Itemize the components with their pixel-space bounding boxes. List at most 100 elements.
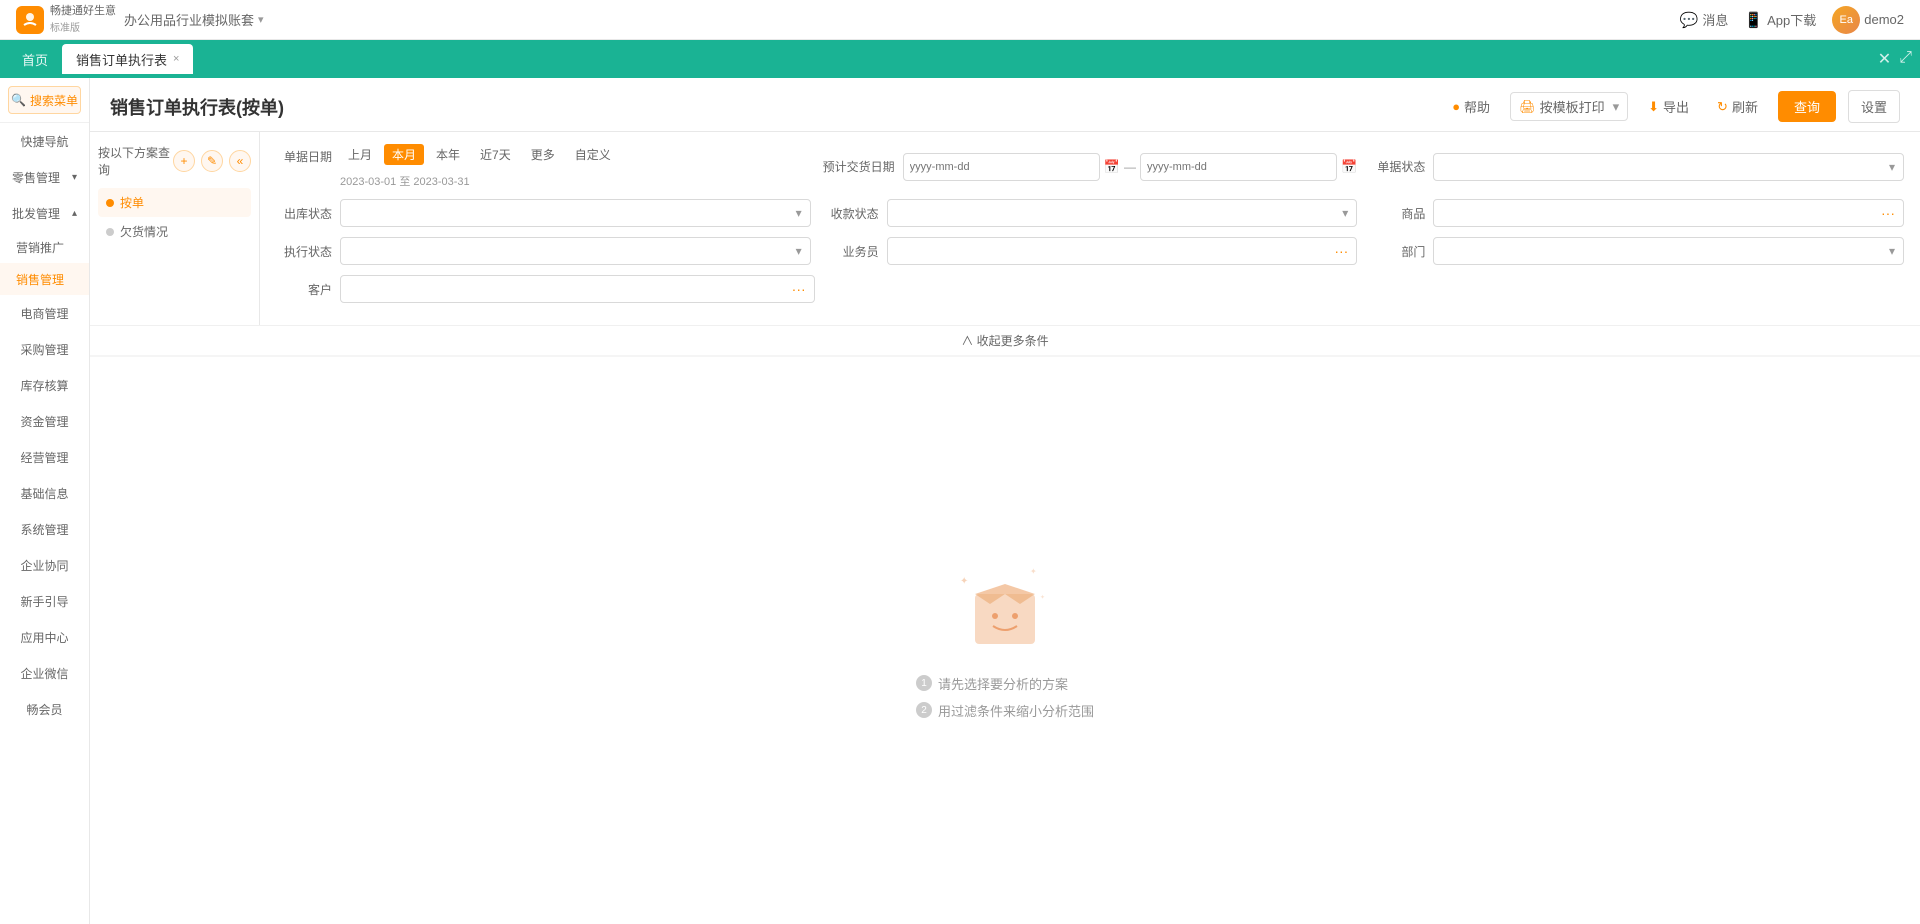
sidebar-item-marketing[interactable]: 营销推广 <box>0 231 89 263</box>
expected-date-end[interactable] <box>1140 153 1337 181</box>
sidebar-item-system[interactable]: 系统管理 <box>0 511 89 547</box>
exec-status-arrow: ▾ <box>796 244 802 258</box>
sidebar-item-purchase[interactable]: 采购管理 <box>0 331 89 367</box>
sidebar-item-operation[interactable]: 经营管理 <box>0 439 89 475</box>
print-button[interactable]: 🖨 按模板打印 ▾ <box>1510 92 1628 121</box>
sidebar-item-sales-mgmt[interactable]: 销售管理 <box>0 263 89 295</box>
export-button[interactable]: ⬇ 导出 <box>1640 93 1697 120</box>
sidebar: 🔍 搜索菜单 快捷导航 零售管理 ▾ 批发管理 ▴ 营销推广 销售管理 电商管理… <box>0 78 90 924</box>
expected-date-start[interactable] <box>903 153 1100 181</box>
tab-close-icon[interactable]: × <box>173 53 179 65</box>
goods-more-icon: ··· <box>1881 205 1895 221</box>
date-tab-custom[interactable]: 自定义 <box>567 144 619 165</box>
page-header: 销售订单执行表(按单) ● 帮助 🖨 按模板打印 ▾ ⬇ 导出 ↻ 刷新 <box>90 78 1920 132</box>
sidebar-item-app-center[interactable]: 应用中心 <box>0 619 89 655</box>
tab-close-btn[interactable]: ✕ <box>1878 49 1891 69</box>
header-left: 畅捷通好生意 标准版 办公用品行业模拟账套 ▾ <box>16 5 264 33</box>
inventory-label: 库存核算 <box>20 377 68 394</box>
sidebar-item-basic-info[interactable]: 基础信息 <box>0 475 89 511</box>
search-button[interactable]: 查询 <box>1778 91 1836 122</box>
filter-panel: 按以下方案查询 + ✎ « 按单 <box>90 132 1920 325</box>
exec-status-label: 执行状态 <box>276 243 332 260</box>
sidebar-item-member[interactable]: 畅会员 <box>0 691 89 727</box>
date-range-text: 2023-03-01 至 2023-03-31 <box>340 173 470 189</box>
sidebar-item-enterprise[interactable]: 企业协同 <box>0 547 89 583</box>
sidebar-item-finance[interactable]: 资金管理 <box>0 403 89 439</box>
export-label: 导出 <box>1663 97 1689 116</box>
app-download-button[interactable]: 📱 App下载 <box>1744 10 1816 29</box>
operation-label: 经营管理 <box>20 449 68 466</box>
download-icon: 📱 <box>1744 11 1763 29</box>
sidebar-item-guide[interactable]: 新手引导 <box>0 583 89 619</box>
logo-sub: 标准版 <box>50 19 116 34</box>
add-scheme-button[interactable]: + <box>173 150 195 172</box>
exec-status-field: 执行状态 ▾ <box>276 237 811 265</box>
enterprise-label: 企业协同 <box>20 557 68 574</box>
dept-arrow: ▾ <box>1889 244 1895 258</box>
salesperson-field: 业务员 ··· <box>823 237 1358 265</box>
filter-row-3: 执行状态 ▾ 业务员 ··· 部门 <box>276 237 1904 265</box>
date-tab-this-month[interactable]: 本月 <box>384 144 424 165</box>
filter-right: 单据日期 上月 本月 本年 近7天 更多 自定义 2023-03-0 <box>260 132 1920 325</box>
svg-text:✦: ✦ <box>960 576 968 587</box>
tab-home[interactable]: 首页 <box>8 44 62 74</box>
date-tab-last-month[interactable]: 上月 <box>340 144 380 165</box>
user-name: demo2 <box>1864 12 1904 27</box>
customer-label: 客户 <box>276 281 332 298</box>
app-title-area[interactable]: 办公用品行业模拟账套 ▾ <box>124 10 264 29</box>
help-icon: ● <box>1452 99 1460 114</box>
collapse-scheme-button[interactable]: « <box>229 150 251 172</box>
scheme-item-shortage[interactable]: 欠货情况 <box>98 217 251 246</box>
svg-text:✦: ✦ <box>1040 594 1045 601</box>
guide-label: 新手引导 <box>20 593 68 610</box>
date-tab-7days[interactable]: 近7天 <box>472 144 519 165</box>
date-end-icon[interactable]: 📅 <box>1341 159 1357 175</box>
customer-more-icon: ··· <box>792 281 806 297</box>
collapse-label: 收起更多条件 <box>977 334 1049 348</box>
sidebar-item-inventory[interactable]: 库存核算 <box>0 367 89 403</box>
edit-scheme-button[interactable]: ✎ <box>201 150 223 172</box>
collect-status-select[interactable]: ▾ <box>887 199 1358 227</box>
status-select[interactable]: ▾ <box>1433 153 1904 181</box>
settings-button[interactable]: 设置 <box>1848 90 1900 123</box>
user-area[interactable]: Ea demo2 <box>1832 6 1904 34</box>
date-start-icon[interactable]: 📅 <box>1104 159 1120 175</box>
print-icon: 🖨 <box>1519 99 1536 115</box>
sidebar-item-quick-nav[interactable]: 快捷导航 <box>0 123 89 159</box>
sidebar-search-button[interactable]: 🔍 搜索菜单 <box>8 86 81 114</box>
out-status-select[interactable]: ▾ <box>340 199 811 227</box>
edit-icon: ✎ <box>207 154 217 168</box>
goods-input[interactable]: ··· <box>1433 199 1904 227</box>
page-title: 销售订单执行表(按单) <box>110 94 284 120</box>
exec-status-select[interactable]: ▾ <box>340 237 811 265</box>
sidebar-item-retail[interactable]: 零售管理 ▾ <box>0 159 89 195</box>
tab-expand-btn[interactable]: ⤢ <box>1899 49 1912 69</box>
tab-sales-exec[interactable]: 销售订单执行表 × <box>62 44 193 74</box>
collect-status-label: 收款状态 <box>823 205 879 222</box>
scheme-item-order[interactable]: 按单 <box>98 188 251 217</box>
help-button[interactable]: ● 帮助 <box>1444 93 1498 120</box>
empty-tip-1: 1 请先选择要分析的方案 <box>916 674 1094 693</box>
date-sep: — <box>1124 160 1136 174</box>
customer-input[interactable]: ··· <box>340 275 815 303</box>
date-tab-more[interactable]: 更多 <box>523 144 563 165</box>
dept-select[interactable]: ▾ <box>1433 237 1904 265</box>
message-button[interactable]: 💬 消息 <box>1680 10 1729 29</box>
refresh-button[interactable]: ↻ 刷新 <box>1709 93 1766 120</box>
sidebar-item-ecommerce[interactable]: 电商管理 <box>0 295 89 331</box>
salesperson-input[interactable]: ··· <box>887 237 1358 265</box>
export-icon: ⬇ <box>1648 99 1659 115</box>
wechat-label: 企业微信 <box>20 665 68 682</box>
sidebar-item-wechat[interactable]: 企业微信 <box>0 655 89 691</box>
expected-date-range: 📅 — 📅 <box>903 153 1358 181</box>
date-tab-this-year[interactable]: 本年 <box>428 144 468 165</box>
page-actions: ● 帮助 🖨 按模板打印 ▾ ⬇ 导出 ↻ 刷新 查询 设置 <box>1444 90 1900 123</box>
collapse-bar[interactable]: ∧ 收起更多条件 <box>90 325 1920 355</box>
dept-label: 部门 <box>1369 243 1425 260</box>
filter-left-title: 按以下方案查询 <box>98 144 173 178</box>
sidebar-item-wholesale[interactable]: 批发管理 ▴ <box>0 195 89 231</box>
date-field-label: 单据日期 <box>276 148 332 165</box>
user-avatar: Ea <box>1832 6 1860 34</box>
app-center-label: 应用中心 <box>20 629 68 646</box>
tip-num-1: 1 <box>916 675 932 691</box>
